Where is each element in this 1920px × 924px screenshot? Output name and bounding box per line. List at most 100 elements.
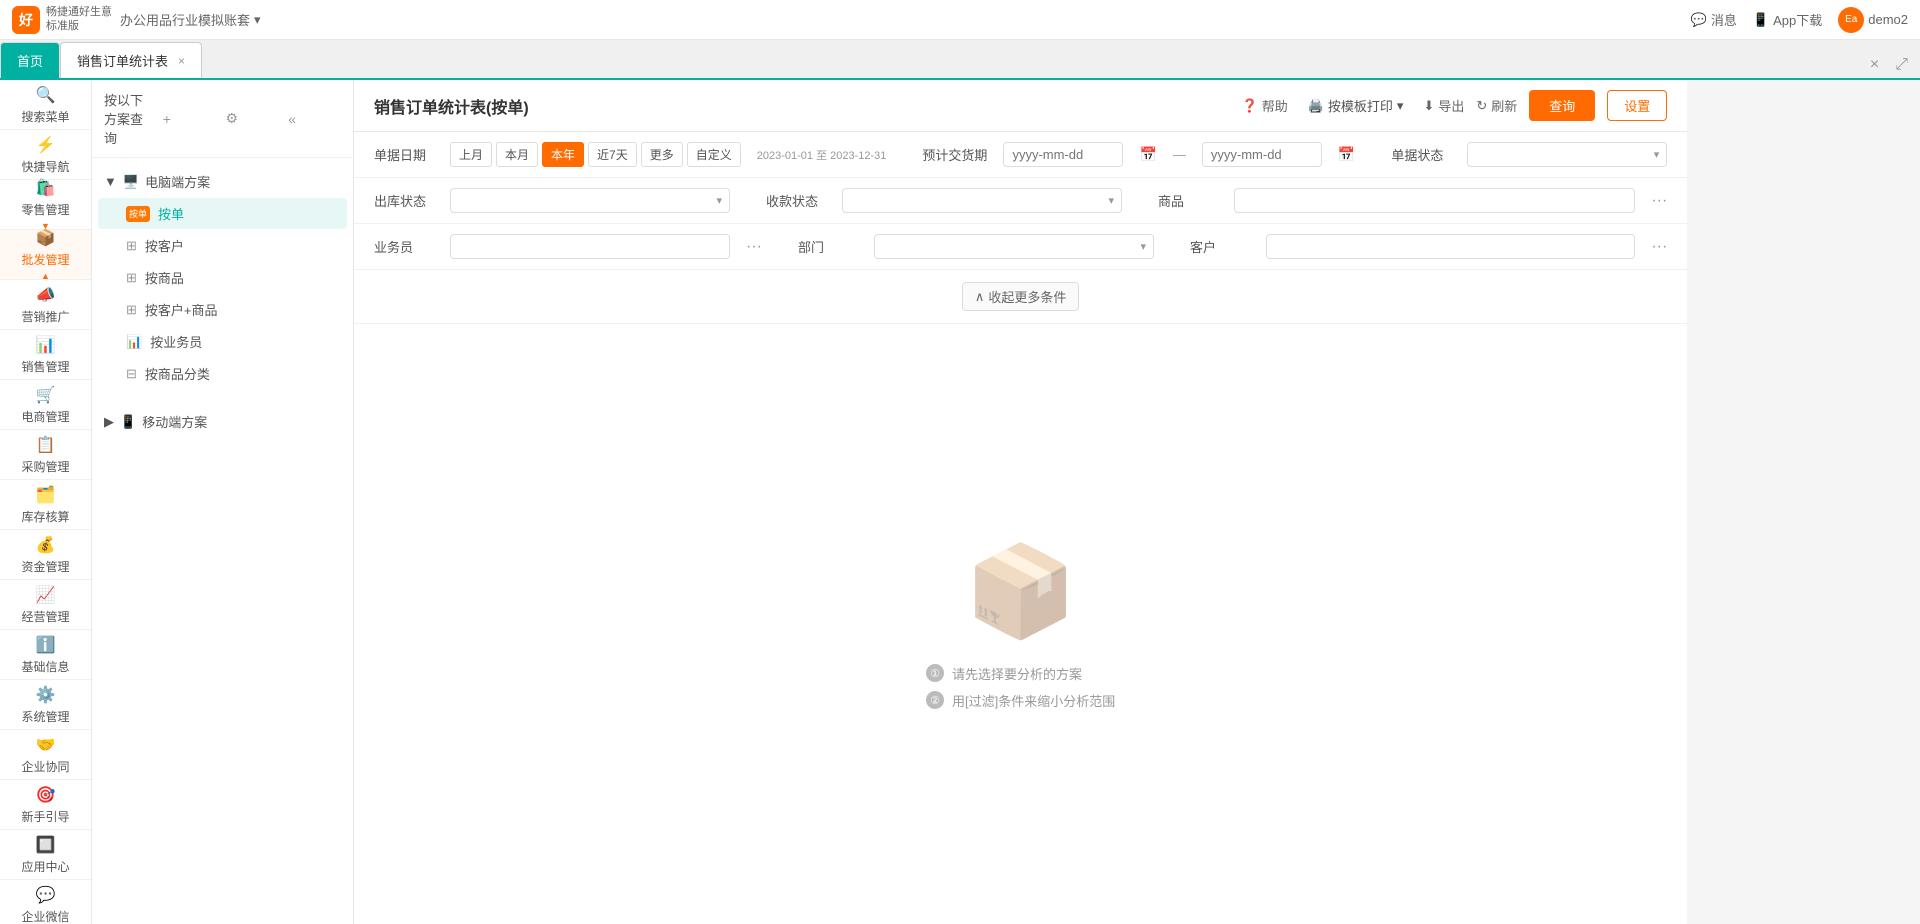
tab-bar: 首页 销售订单统计表 × × ⤢ — [0, 40, 1920, 80]
system-icon: ⚙️ — [36, 685, 56, 705]
help-btn[interactable]: ❓ 帮助 — [1242, 96, 1288, 115]
customer-input[interactable] — [1266, 234, 1635, 259]
date-dash: — — [1173, 147, 1186, 162]
sidebar-item-inventory[interactable]: 🗂️ 库存核算 — [0, 480, 91, 530]
calendar-to-icon[interactable]: 📅 — [1338, 146, 1355, 163]
date-btn-more[interactable]: 更多 — [641, 142, 683, 167]
sidebar-item-basic[interactable]: ℹ️ 基础信息 — [0, 630, 91, 680]
empty-state: 📦 ① 请先选择要分析的方案 ② 用[过滤]条件来缩小分析范围 — [354, 324, 1687, 924]
tab-close-icon[interactable]: × — [178, 54, 185, 68]
app-download-action[interactable]: 📱 App下载 — [1753, 10, 1822, 29]
date-buttons: 上月 本月 本年 近7天 更多 自定义 — [450, 142, 741, 167]
plan-item-by-category[interactable]: ⊟ 按商品分类 — [98, 358, 347, 389]
ecom-icon: 🛒 — [36, 385, 56, 405]
export-icon: ⬇ — [1423, 98, 1434, 114]
expected-date-to[interactable] — [1202, 142, 1322, 167]
tab-sales-order[interactable]: 销售订单统计表 × — [60, 42, 202, 78]
delivery-select[interactable] — [450, 188, 730, 213]
retail-icon: 🛍️ — [36, 178, 56, 198]
date-btn-custom[interactable]: 自定义 — [687, 142, 741, 167]
message-icon: 💬 — [1691, 12, 1707, 28]
date-range-text: 2023-01-01 至 2023-12-31 — [757, 147, 887, 163]
sidebar-item-wechat[interactable]: 💬 企业微信 — [0, 880, 91, 924]
salesperson-more-icon[interactable]: ··· — [746, 238, 762, 256]
plan-item-label-sales: 按业务员 — [150, 332, 202, 351]
collapse-section: ∧ 收起更多条件 — [354, 270, 1687, 324]
sidebar-item-quick-nav[interactable]: ⚡ 快捷导航 — [0, 130, 91, 180]
add-plan-btn[interactable]: + — [159, 109, 216, 129]
plan-item-icon-sales: 📊 — [126, 334, 142, 350]
date-btn-this-year[interactable]: 本年 — [542, 142, 584, 167]
date-label: 单据日期 — [374, 145, 434, 164]
sidebar-item-search[interactable]: 🔍 搜索菜单 — [0, 80, 91, 130]
plan-category-pc[interactable]: ▼ 🖥️ 电脑端方案 — [92, 166, 353, 197]
salesperson-input[interactable] — [450, 234, 730, 259]
main-layout: 🔍 搜索菜单 ⚡ 快捷导航 🛍️ 零售管理 ▼ 📦 批发管理 ▲ 📣 营销推广 … — [0, 80, 1920, 924]
message-action[interactable]: 💬 消息 — [1691, 10, 1737, 29]
sidebar-item-guide[interactable]: 🎯 新手引导 — [0, 780, 91, 830]
sidebar-item-purchase[interactable]: 📋 采购管理 — [0, 430, 91, 480]
sidebar-item-sales[interactable]: 📊 销售管理 — [0, 330, 91, 380]
plan-item-by-customer-goods[interactable]: ⊞ 按客户+商品 — [98, 294, 347, 325]
tip2-num: ② — [926, 691, 944, 709]
plan-item-by-salesperson[interactable]: 📊 按业务员 — [98, 326, 347, 357]
search-icon: 🔍 — [36, 85, 56, 105]
inventory-icon: 🗂️ — [36, 485, 56, 505]
user-action[interactable]: Ea demo2 — [1838, 7, 1908, 33]
department-select-wrapper — [874, 234, 1154, 259]
plan-item-by-customer[interactable]: ⊞ 按客户 — [98, 230, 347, 261]
goods-more-icon[interactable]: ··· — [1651, 192, 1667, 210]
tab-sales-label: 销售订单统计表 — [77, 51, 168, 70]
expected-date-label: 预计交货期 — [922, 145, 987, 164]
empty-tips: ① 请先选择要分析的方案 ② 用[过滤]条件来缩小分析范围 — [926, 664, 1115, 710]
sidebar-item-system[interactable]: ⚙️ 系统管理 — [0, 680, 91, 730]
sidebar-item-retail[interactable]: 🛍️ 零售管理 ▼ — [0, 180, 91, 230]
date-btn-last-month[interactable]: 上月 — [450, 142, 492, 167]
plan-category-mobile-icon: 📱 — [120, 414, 136, 430]
status-select[interactable] — [1467, 142, 1667, 167]
tab-bar-expand-btn[interactable]: ⤢ — [1891, 52, 1912, 78]
purchase-icon: 📋 — [36, 435, 56, 455]
sidebar-item-ecom[interactable]: 🛒 电商管理 — [0, 380, 91, 430]
plan-category-mobile[interactable]: ▶ 📱 移动端方案 — [92, 406, 353, 437]
operations-icon: 📈 — [36, 585, 56, 605]
goods-input[interactable] — [1234, 188, 1635, 213]
collapse-left-btn[interactable]: « — [284, 109, 341, 129]
plan-section-pc: ▼ 🖥️ 电脑端方案 按单 按单 ⊞ 按客户 ⊞ 按商品 ⊞ — [92, 158, 353, 398]
tip1-num: ① — [926, 664, 944, 682]
department-select[interactable] — [874, 234, 1154, 259]
goods-label: 商品 — [1158, 191, 1218, 210]
date-btn-this-month[interactable]: 本月 — [496, 142, 538, 167]
tab-bar-close-btn[interactable]: × — [1866, 52, 1883, 78]
wholesale-icon: 📦 — [36, 228, 56, 248]
sidebar-item-wholesale[interactable]: 📦 批发管理 ▲ — [0, 230, 91, 280]
sidebar-item-operations[interactable]: 📈 经营管理 — [0, 580, 91, 630]
calendar-from-icon[interactable]: 📅 — [1139, 146, 1156, 163]
export-btn[interactable]: ⬇ 导出 — [1423, 96, 1464, 115]
collapse-more-btn[interactable]: ∧ 收起更多条件 — [962, 282, 1080, 311]
left-panel: 按以下方案查询 + ⚙ « ▼ 🖥️ 电脑端方案 按单 按单 ⊞ 按客户 — [92, 80, 354, 924]
date-btn-7days[interactable]: 近7天 — [588, 142, 637, 167]
tab-home[interactable]: 首页 — [0, 42, 60, 78]
template-print-btn[interactable]: 🖨️ 按模板打印 ▾ — [1300, 92, 1412, 119]
sidebar-item-marketing[interactable]: 📣 营销推广 — [0, 280, 91, 330]
query-button[interactable]: 查询 — [1529, 90, 1595, 121]
plan-item-by-order[interactable]: 按单 按单 — [98, 198, 347, 229]
plan-item-label-by-order: 按单 — [158, 204, 184, 223]
tip1-text: 请先选择要分析的方案 — [952, 664, 1082, 683]
sidebar-item-collab[interactable]: 🤝 企业协同 — [0, 730, 91, 780]
sidebar-item-app-center[interactable]: 🔲 应用中心 — [0, 830, 91, 880]
sidebar-item-finance[interactable]: 💰 资金管理 — [0, 530, 91, 580]
settings-button[interactable]: 设置 — [1607, 90, 1667, 121]
customer-more-icon[interactable]: ··· — [1651, 238, 1667, 256]
expected-date-from[interactable] — [1003, 142, 1123, 167]
empty-tip-1: ① 请先选择要分析的方案 — [926, 664, 1115, 683]
right-content: 销售订单统计表(按单) ❓ 帮助 🖨️ 按模板打印 ▾ ⬇ 导出 — [354, 80, 1687, 924]
tab-bar-actions: × ⤢ — [1858, 52, 1920, 78]
payment-select[interactable] — [842, 188, 1122, 213]
delivery-label: 出库状态 — [374, 191, 434, 210]
settings-plan-btn[interactable]: ⚙ — [222, 108, 279, 129]
filter-row-1: 单据日期 上月 本月 本年 近7天 更多 自定义 2023-01-01 至 20… — [354, 132, 1687, 178]
plan-item-by-goods[interactable]: ⊞ 按商品 — [98, 262, 347, 293]
refresh-btn[interactable]: ↻ 刷新 — [1476, 96, 1517, 115]
